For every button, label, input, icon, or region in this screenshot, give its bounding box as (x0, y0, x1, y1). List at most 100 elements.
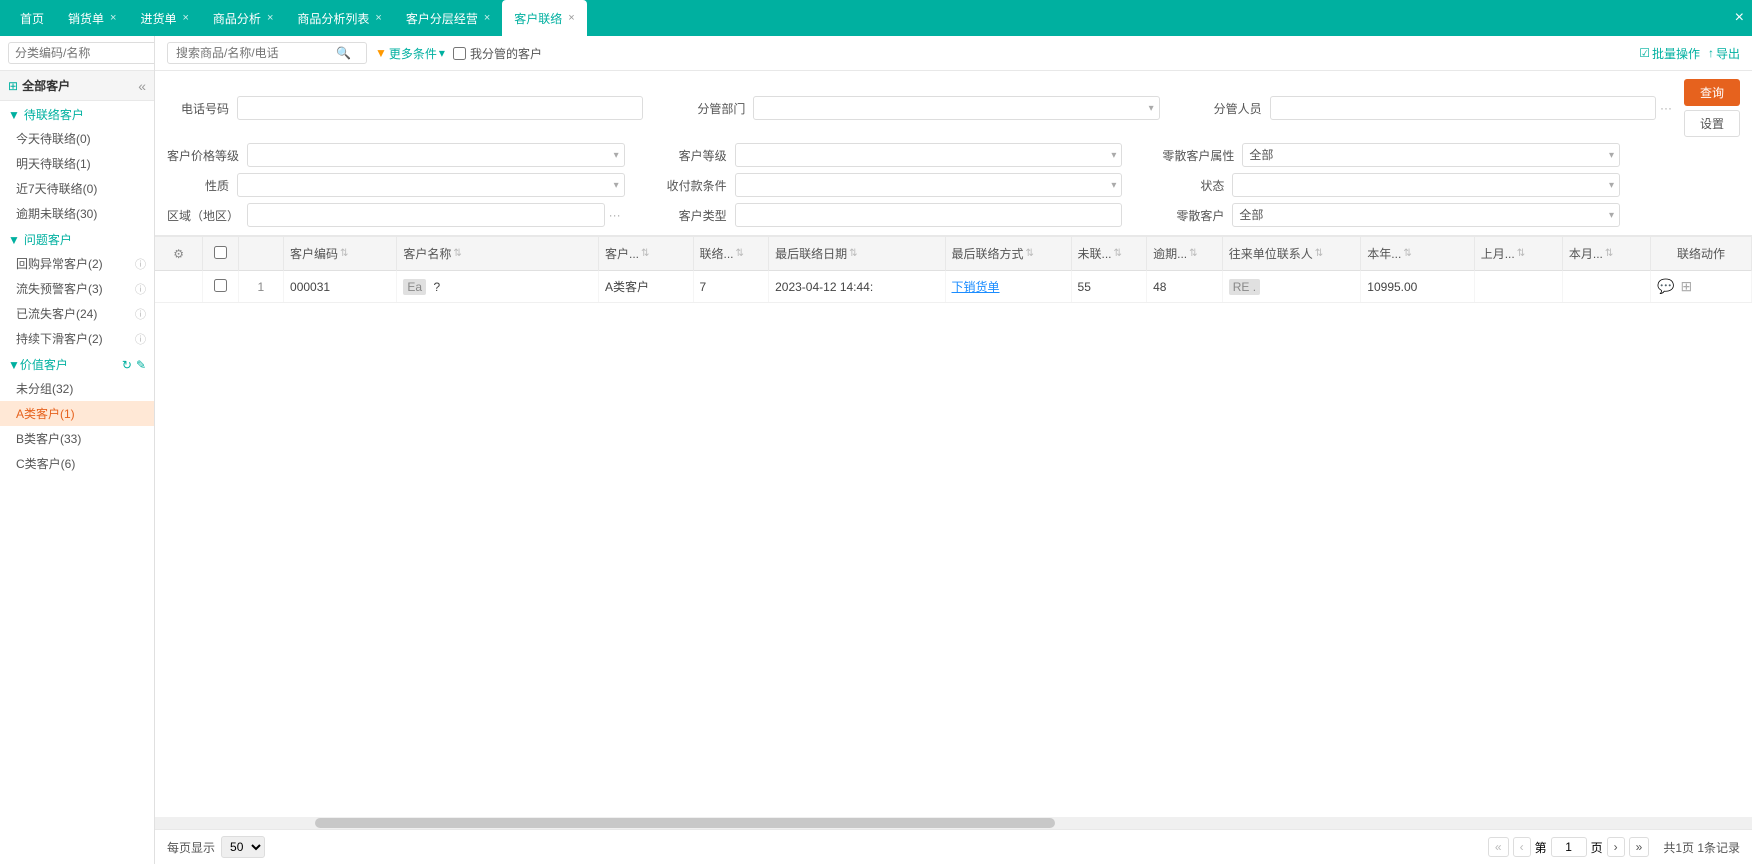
col-this-month[interactable]: 本月... ⇅ (1562, 237, 1650, 271)
phone-input[interactable] (237, 96, 643, 120)
customer-level-label: 客户等级 (665, 147, 735, 164)
close-purchase-order-icon[interactable]: × (182, 12, 188, 24)
nature-select-wrap: ▾ (237, 173, 625, 197)
sidebar-search-input[interactable] (8, 42, 155, 64)
sidebar-item-churned[interactable]: 已流失客户(24) ⓘ (0, 301, 154, 326)
all-customers-header[interactable]: ⊞ 全部客户 « (0, 71, 154, 101)
dept-select[interactable] (753, 96, 1159, 120)
sidebar-item-b-class[interactable]: B类客户(33) (0, 426, 154, 451)
value-customers-group-title[interactable]: ▼ 价值客户 ↻ ✎ (0, 351, 154, 376)
sidebar-item-abnormal-repurchase[interactable]: 回购异常客户(2) ⓘ (0, 251, 154, 276)
sidebar-item-a-class[interactable]: A类客户(1) (0, 401, 154, 426)
page-size-select[interactable]: 50 (221, 836, 265, 858)
status-select[interactable] (1232, 173, 1620, 197)
sidebar-item-today-pending[interactable]: 今天待联络(0) (0, 126, 154, 151)
col-customer-name[interactable]: 客户名称 ⇅ (397, 237, 599, 271)
more-conditions-button[interactable]: ▼ 更多条件 ▾ (375, 45, 445, 62)
sort-icon-date: ⇅ (849, 248, 857, 259)
sidebar-item-7days-pending[interactable]: 近7天待联络(0) (0, 176, 154, 201)
nav-customer-contact[interactable]: 客户联络 × (502, 0, 586, 36)
customer-level-select[interactable] (735, 143, 1123, 167)
col-settings[interactable]: ⚙ (155, 237, 203, 271)
my-customers-checkbox[interactable]: 我分管的客户 (453, 45, 542, 62)
sidebar-item-declining[interactable]: 持续下滑客户(2) ⓘ (0, 326, 154, 351)
customer-type-input[interactable] (735, 203, 1123, 227)
col-last-month[interactable]: 上月... ⇅ (1474, 237, 1562, 271)
close-product-analysis-icon[interactable]: × (267, 12, 273, 24)
col-customer-code[interactable]: 客户编码 ⇅ (284, 237, 397, 271)
filter-cell-nature: 性质 ▾ (167, 173, 625, 197)
sidebar-item-tomorrow-pending[interactable]: 明天待联络(1) (0, 151, 154, 176)
retail-customer-select[interactable]: 全部 (1232, 203, 1620, 227)
sidebar-item-ungrouped[interactable]: 未分组(32) (0, 376, 154, 401)
close-sales-order-icon[interactable]: × (110, 12, 116, 24)
page-number-input[interactable] (1551, 837, 1587, 857)
person-input[interactable] (1270, 96, 1656, 120)
filter-search-icon[interactable]: 🔍 (336, 46, 351, 60)
prev-page-button[interactable]: ‹ (1513, 837, 1531, 857)
next-page-button[interactable]: › (1607, 837, 1625, 857)
col-no-contact[interactable]: 未联... ⇅ (1071, 237, 1147, 271)
retail-attr-select[interactable]: 全部 (1242, 143, 1620, 167)
col-last-contact-date[interactable]: 最后联络日期 ⇅ (769, 237, 945, 271)
person-more-icon[interactable]: ··· (1656, 101, 1676, 115)
sidebar-search-area: 🔍 (0, 36, 154, 71)
setting-button[interactable]: 设置 (1684, 110, 1740, 137)
my-customers-input[interactable] (453, 47, 466, 60)
sidebar-item-overdue-contact[interactable]: 逾期未联络(30) (0, 201, 154, 226)
close-product-analysis-list-icon[interactable]: × (375, 12, 381, 24)
close-all-tabs-button[interactable]: × (1735, 9, 1744, 27)
horizontal-scrollbar[interactable] (155, 817, 1752, 829)
sidebar-item-churn-warning[interactable]: 流失预警客户(3) ⓘ (0, 276, 154, 301)
col-this-year[interactable]: 本年... ⇅ (1361, 237, 1474, 271)
row-checkbox[interactable] (214, 279, 227, 292)
scrollbar-thumb[interactable] (315, 818, 1055, 828)
col-unit-contact[interactable]: 往来单位联系人 ⇅ (1222, 237, 1361, 271)
col-overdue[interactable]: 逾期... ⇅ (1147, 237, 1223, 271)
filter-row-4: 区域（地区） ··· 客户类型 零散客户 全部 ▾ (167, 203, 1740, 227)
col-contact[interactable]: 联络... ⇅ (693, 237, 769, 271)
filter-search-input[interactable] (176, 46, 336, 60)
contact-method-link[interactable]: 下销货单 (952, 280, 1000, 294)
nav-purchase-order[interactable]: 进货单 × (128, 0, 200, 36)
region-more-icon[interactable]: ··· (605, 208, 625, 222)
batch-op-button[interactable]: ☑ 批量操作 (1639, 45, 1700, 62)
refresh-icon[interactable]: ↻ (122, 358, 132, 372)
collapse-icon: « (138, 78, 146, 94)
row-this-year: 10995.00 (1361, 271, 1474, 303)
nature-select[interactable] (237, 173, 625, 197)
nav-sales-order[interactable]: 销货单 × (56, 0, 128, 36)
page-label-suffix: 页 (1591, 839, 1603, 856)
col-contact-action: 联络动作 (1651, 237, 1752, 271)
nav-customer-segmentation[interactable]: 客户分层经营 × (394, 0, 502, 36)
col-last-contact-method[interactable]: 最后联络方式 ⇅ (945, 237, 1071, 271)
sidebar-item-c-class[interactable]: C类客户(6) (0, 451, 154, 476)
export-button[interactable]: ↑ 导出 (1708, 45, 1740, 62)
problem-customers-group-title[interactable]: ▼ 问题客户 (0, 226, 154, 251)
nav-product-analysis-list[interactable]: 商品分析列表 × (285, 0, 393, 36)
col-customer-type[interactable]: 客户... ⇅ (599, 237, 694, 271)
edit-icon[interactable]: ✎ (136, 358, 146, 372)
filter-search-box: 🔍 (167, 42, 367, 64)
settings-gear-icon[interactable]: ⚙ (173, 247, 184, 261)
sort-icon-year: ⇅ (1403, 248, 1411, 259)
first-page-button[interactable]: « (1488, 837, 1509, 857)
close-customer-segmentation-icon[interactable]: × (484, 12, 490, 24)
region-input[interactable] (247, 203, 605, 227)
close-customer-contact-icon[interactable]: × (568, 12, 574, 24)
nav-product-analysis[interactable]: 商品分析 × (201, 0, 285, 36)
nav-home[interactable]: 首页 (8, 0, 56, 36)
sort-icon-last-month: ⇅ (1517, 248, 1525, 259)
price-level-select[interactable] (247, 143, 625, 167)
row-last-contact-method[interactable]: 下销货单 (945, 271, 1071, 303)
pending-contact-group-title[interactable]: ▼ 待联络客户 (0, 101, 154, 126)
payment-select[interactable] (735, 173, 1123, 197)
query-button[interactable]: 查询 (1684, 79, 1740, 106)
toolbar-right: ☑ 批量操作 ↑ 导出 (1639, 45, 1740, 62)
select-all-checkbox[interactable] (214, 246, 227, 259)
filter-row-2: 客户价格等级 ▾ 客户等级 ▾ 零散客户属性 (167, 143, 1740, 167)
chat-icon[interactable]: 💬 (1657, 278, 1674, 295)
qr-icon[interactable]: ⊞ (1681, 278, 1693, 295)
last-page-button[interactable]: » (1629, 837, 1650, 857)
info-icon-2: ⓘ (135, 281, 146, 297)
